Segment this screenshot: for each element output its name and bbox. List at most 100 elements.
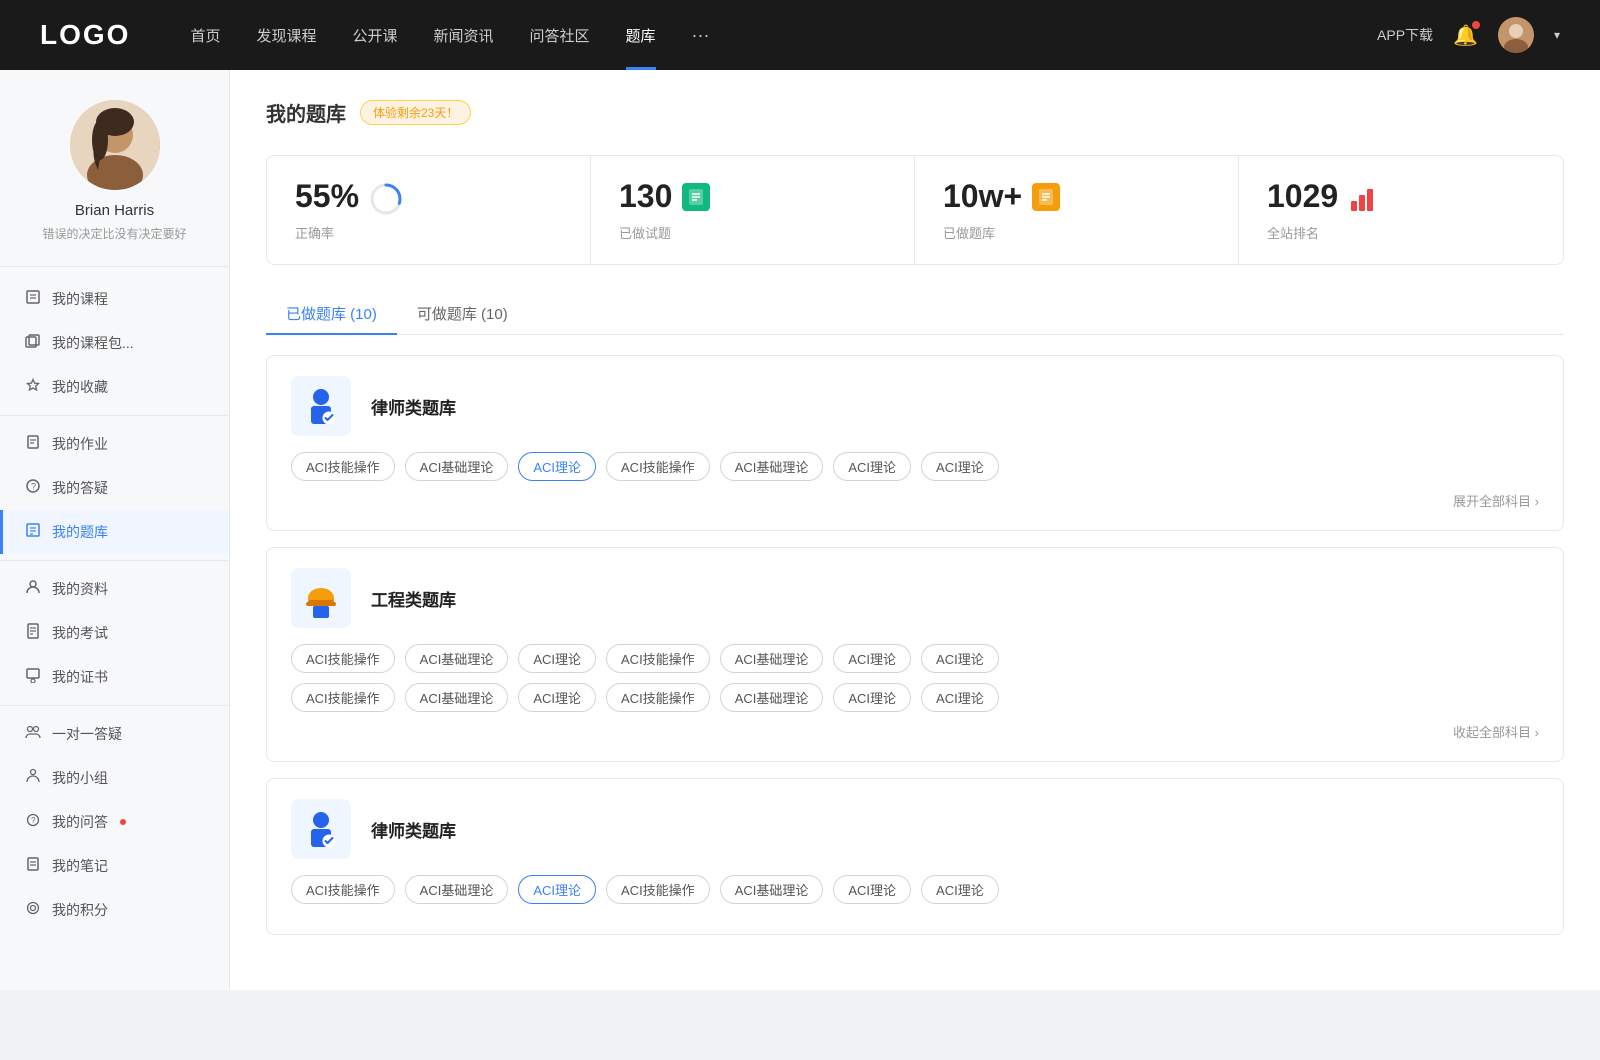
sidebar-item-profile[interactable]: 我的资料	[0, 567, 229, 611]
user-chevron[interactable]: ▾	[1554, 28, 1560, 42]
qbank-title-2: 工程类题库	[371, 586, 456, 611]
tag-2b-5[interactable]: ACI基础理论	[720, 683, 824, 712]
sidebar-label-qbank: 我的题库	[52, 522, 108, 542]
tag-2a-1[interactable]: ACI技能操作	[291, 644, 395, 673]
stat-accuracy: 55% 正确率	[267, 156, 591, 264]
tag-1-2[interactable]: ACI基础理论	[405, 452, 509, 481]
points-icon	[24, 900, 42, 920]
profile-section: Brian Harris 错误的决定比没有决定要好	[0, 100, 229, 267]
nav-opencourse[interactable]: 公开课	[352, 25, 397, 46]
tag-1-6[interactable]: ACI理论	[833, 452, 911, 481]
tag-1-5[interactable]: ACI基础理论	[720, 452, 824, 481]
tag-3-4[interactable]: ACI技能操作	[606, 875, 710, 904]
tag-1-7[interactable]: ACI理论	[921, 452, 999, 481]
divider-1	[0, 415, 229, 416]
myqa-dot	[120, 819, 126, 825]
nav-qa[interactable]: 问答社区	[530, 25, 590, 46]
sidebar-item-notes[interactable]: 我的笔记	[0, 844, 229, 888]
tag-2b-1[interactable]: ACI技能操作	[291, 683, 395, 712]
nav-home[interactable]: 首页	[190, 25, 220, 46]
stat-done-banks: 10w+ 已做题库	[915, 156, 1239, 264]
sidebar-item-onetoone[interactable]: 一对一答疑	[0, 712, 229, 756]
sidebar-item-group[interactable]: 我的小组	[0, 756, 229, 800]
sidebar-item-myqa[interactable]: ? 我的问答	[0, 800, 229, 844]
notification-bell[interactable]: 🔔	[1453, 23, 1478, 48]
tag-2b-4[interactable]: ACI技能操作	[606, 683, 710, 712]
qbank-card-engineer: 工程类题库 ACI技能操作 ACI基础理论 ACI理论 ACI技能操作 ACI基…	[266, 547, 1564, 762]
tag-2b-2[interactable]: ACI基础理论	[405, 683, 509, 712]
svg-text:?: ?	[31, 816, 36, 825]
nav-discover[interactable]: 发现课程	[256, 25, 316, 46]
tab-done[interactable]: 已做题库 (10)	[266, 293, 397, 334]
user-avatar[interactable]	[1498, 17, 1534, 53]
sidebar-label-course: 我的课程	[52, 289, 108, 309]
main-layout: Brian Harris 错误的决定比没有决定要好 我的课程 我的课程包...	[0, 70, 1600, 990]
divider-2	[0, 560, 229, 561]
profile-icon	[24, 579, 42, 599]
expand-link-2[interactable]: 收起全部科目 ›	[291, 722, 1539, 741]
tag-2b-3[interactable]: ACI理论	[518, 683, 596, 712]
sidebar-item-qa[interactable]: ? 我的答疑	[0, 466, 229, 510]
sidebar-item-qbank[interactable]: 我的题库	[0, 510, 229, 554]
sidebar-item-favorites[interactable]: 我的收藏	[0, 365, 229, 409]
qbank-card-lawyer-2: 律师类题库 ACI技能操作 ACI基础理论 ACI理论 ACI技能操作 ACI基…	[266, 778, 1564, 935]
tag-2a-7[interactable]: ACI理论	[921, 644, 999, 673]
stats-row: 55% 正确率 130	[266, 155, 1564, 265]
sidebar-item-exam[interactable]: 我的考试	[0, 611, 229, 655]
nav-qbank[interactable]: 题库	[626, 25, 656, 46]
tag-3-1[interactable]: ACI技能操作	[291, 875, 395, 904]
accuracy-value: 55%	[295, 178, 359, 215]
done-banks-icon	[1032, 183, 1060, 211]
sidebar-item-course[interactable]: 我的课程	[0, 277, 229, 321]
notes-icon	[24, 856, 42, 876]
tag-1-3[interactable]: ACI理论	[518, 452, 596, 481]
sidebar-label-qa: 我的答疑	[52, 478, 108, 498]
sidebar-item-homework[interactable]: 我的作业	[0, 422, 229, 466]
tag-2a-2[interactable]: ACI基础理论	[405, 644, 509, 673]
expand-link-1[interactable]: 展开全部科目 ›	[291, 491, 1539, 510]
tag-3-7[interactable]: ACI理论	[921, 875, 999, 904]
sidebar-item-coursepack[interactable]: 我的课程包...	[0, 321, 229, 365]
tag-3-6[interactable]: ACI理论	[833, 875, 911, 904]
tag-2a-3[interactable]: ACI理论	[518, 644, 596, 673]
avatar-image	[1498, 17, 1534, 53]
tag-1-4[interactable]: ACI技能操作	[606, 452, 710, 481]
lawyer-icon-wrap-2	[291, 799, 351, 859]
tab-available[interactable]: 可做题库 (10)	[397, 293, 528, 334]
nav-more[interactable]: ···	[692, 25, 710, 46]
rank-label: 全站排名	[1267, 223, 1535, 242]
favorites-icon	[24, 377, 42, 397]
homework-icon	[24, 434, 42, 454]
rank-icon	[1348, 183, 1376, 211]
rank-value: 1029	[1267, 178, 1338, 215]
sidebar-label-exam: 我的考试	[52, 623, 108, 643]
qbank-icon	[24, 522, 42, 542]
nav-news[interactable]: 新闻资讯	[434, 25, 494, 46]
tag-3-5[interactable]: ACI基础理论	[720, 875, 824, 904]
tag-2b-6[interactable]: ACI理论	[833, 683, 911, 712]
tag-3-2[interactable]: ACI基础理论	[405, 875, 509, 904]
done-banks-value: 10w+	[943, 178, 1022, 215]
tag-2a-6[interactable]: ACI理论	[833, 644, 911, 673]
sidebar-item-points[interactable]: 我的积分	[0, 888, 229, 932]
sidebar-label-points: 我的积分	[52, 900, 108, 920]
done-questions-value: 130	[619, 178, 672, 215]
tag-2a-5[interactable]: ACI基础理论	[720, 644, 824, 673]
content-area: 我的题库 体验剩余23天！ 55% 正确率	[230, 70, 1600, 990]
sidebar-label-profile: 我的资料	[52, 579, 108, 599]
sidebar-label-homework: 我的作业	[52, 434, 108, 454]
tag-3-3[interactable]: ACI理论	[518, 875, 596, 904]
tags-row-3: ACI技能操作 ACI基础理论 ACI理论 ACI技能操作 ACI基础理论 AC…	[291, 875, 1539, 904]
profile-avatar	[70, 100, 160, 190]
tag-2a-4[interactable]: ACI技能操作	[606, 644, 710, 673]
page-header: 我的题库 体验剩余23天！	[266, 98, 1564, 127]
myqa-icon: ?	[24, 812, 42, 832]
sidebar-item-cert[interactable]: 我的证书	[0, 655, 229, 699]
tag-2b-7[interactable]: ACI理论	[921, 683, 999, 712]
notification-dot	[1472, 21, 1480, 29]
bar2	[1359, 195, 1365, 211]
svg-text:?: ?	[31, 482, 36, 492]
lawyer-icon-wrap-1	[291, 376, 351, 436]
app-download[interactable]: APP下载	[1377, 25, 1433, 45]
tag-1-1[interactable]: ACI技能操作	[291, 452, 395, 481]
